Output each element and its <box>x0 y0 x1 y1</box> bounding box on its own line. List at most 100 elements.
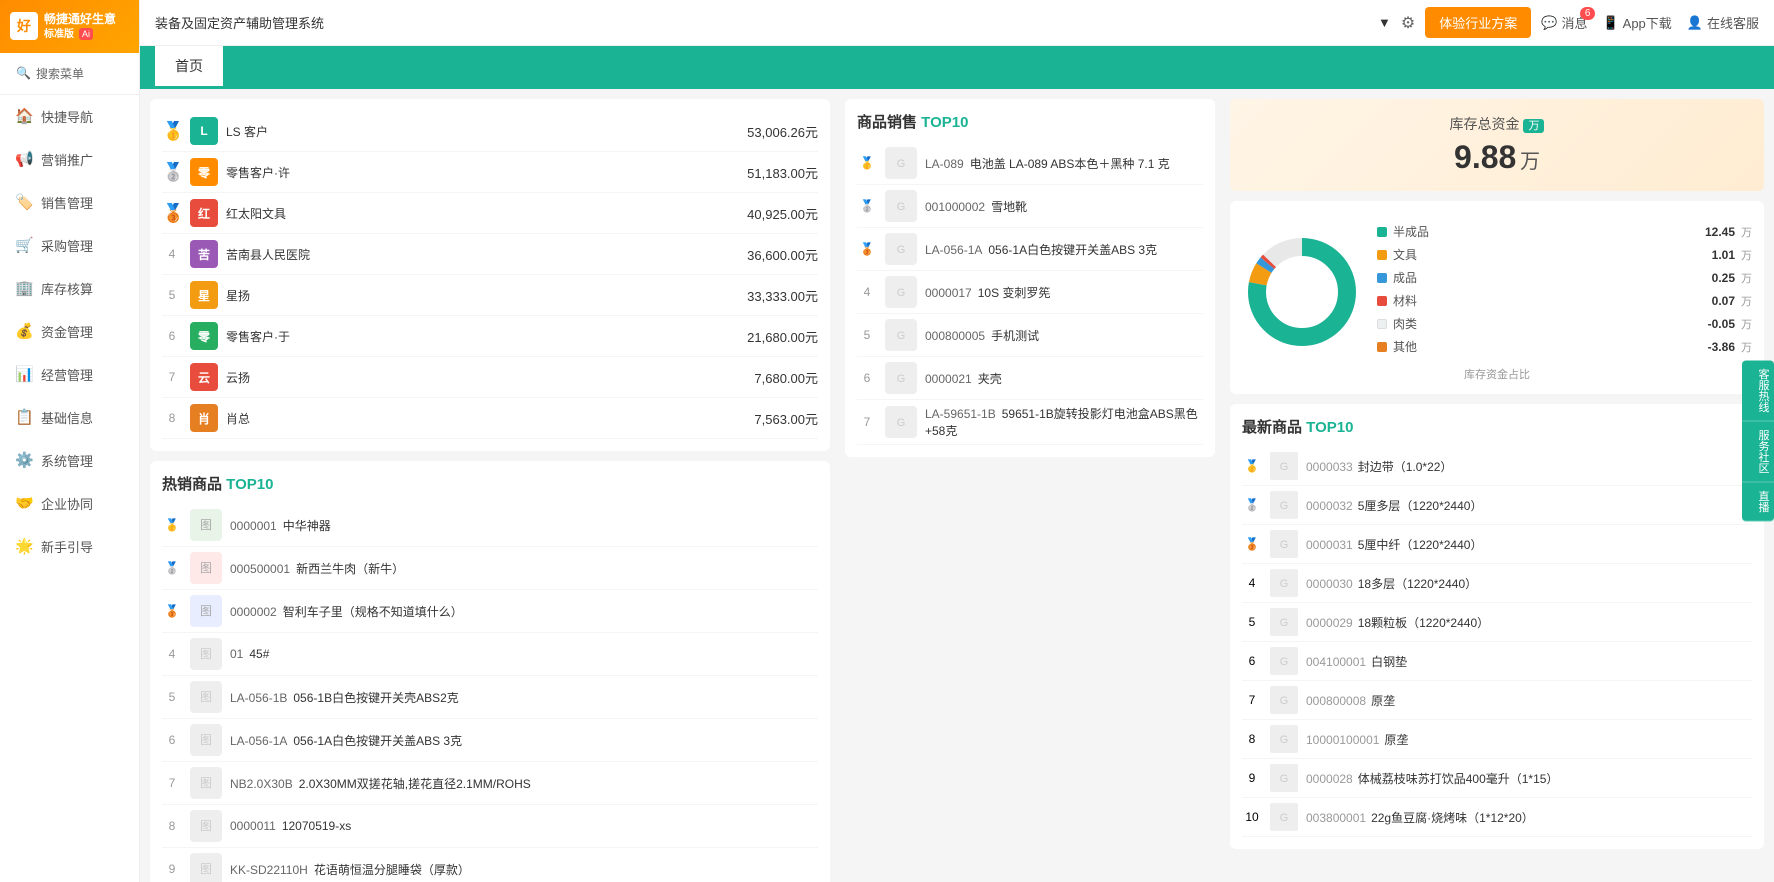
sidebar-item-company[interactable]: 🤝 企业协同 <box>0 482 139 525</box>
sidebar-item-guide[interactable]: 🌟 新手引导 <box>0 525 139 568</box>
svg-text:G: G <box>1280 812 1289 824</box>
inventory-icon: 🏢 <box>15 279 33 297</box>
operation-icon: 📊 <box>15 365 33 383</box>
list-item: 🥉 G LA-056-1A056-1A白色按键开关盖ABS 3克 <box>857 228 1203 271</box>
online-service-button[interactable]: 👤 在线客服 <box>1687 13 1759 32</box>
product-info: LA-59651-1B59651-1B旋转投影灯电池盒ABS黑色+58克 <box>925 405 1203 439</box>
sidebar-item-inventory[interactable]: 🏢 库存核算 <box>0 267 139 310</box>
customer-top10-card: 🥇 L LS 客户 53,006.26元 🥈 零 零售客户·许 51,183.0 <box>150 99 830 451</box>
customer-name: LS 客户 <box>226 123 739 140</box>
sales-icon: 🏷️ <box>15 193 33 211</box>
rank-number: 🥉 <box>162 604 182 618</box>
search-icon: 🔍 <box>16 66 31 80</box>
mid-panel: 商品销售 TOP10 🥇 G LA-089电池盖 LA-089 ABS本色＋黑种… <box>840 89 1220 882</box>
inventory-badge: 万 <box>1523 119 1544 133</box>
logo-badge: Ai <box>79 28 93 40</box>
nav-label: 营销推广 <box>41 150 93 169</box>
sidebar-item-operation[interactable]: 📊 经营管理 <box>0 353 139 396</box>
legend-dot <box>1377 250 1387 260</box>
legend-name: 成品 <box>1393 269 1706 286</box>
legend-value: 1.01 <box>1712 248 1735 262</box>
sidebar-logo[interactable]: 好 畅捷通好生意 标准版 Ai <box>0 0 139 53</box>
left-panel: 🥇 L LS 客户 53,006.26元 🥈 零 零售客户·许 51,183.0 <box>140 89 840 882</box>
product-info: LA-089电池盖 LA-089 ABS本色＋黑种 7.1 克 <box>925 155 1203 172</box>
product-code: NB2.0X30B <box>230 777 293 791</box>
search-menu-button[interactable]: 🔍 搜索菜单 <box>10 61 129 86</box>
customer-amount: 21,680.00元 <box>747 327 818 346</box>
live-label: 直播 <box>1757 491 1769 513</box>
system-dropdown[interactable]: ▼ <box>1378 15 1391 30</box>
product-image: G <box>1270 803 1298 831</box>
list-item: 7 G LA-59651-1B59651-1B旋转投影灯电池盒ABS黑色+58克 <box>857 400 1203 445</box>
legend-value: 12.45 <box>1705 225 1735 239</box>
product-image: 图 <box>190 509 222 541</box>
system-icon: ⚙️ <box>15 451 33 469</box>
mobile-icon: 📱 <box>1602 15 1618 31</box>
product-name: 004100001白钢垫 <box>1306 653 1752 670</box>
app-download-button[interactable]: 📱 App下载 <box>1602 13 1671 32</box>
list-item: 5 G 000800005手机测试 <box>857 314 1203 357</box>
right-panel: 库存总资金 万 9.88 万 <box>1220 89 1774 882</box>
svg-text:G: G <box>897 417 906 429</box>
legend-name: 半成品 <box>1393 223 1699 240</box>
experience-button[interactable]: 体验行业方案 <box>1425 7 1531 38</box>
rank-number: 🥉 <box>162 203 182 224</box>
legend-item: 半成品 12.45 万 <box>1377 223 1752 240</box>
legend-name: 肉类 <box>1393 315 1702 332</box>
svg-text:G: G <box>897 373 906 385</box>
logo-text-block: 畅捷通好生意 标准版 Ai <box>44 12 116 41</box>
list-item: 4 G 000003018多层（1220*2440） <box>1242 564 1752 603</box>
tab-home[interactable]: 首页 <box>155 46 223 89</box>
product-name: 000800008原垄 <box>1306 692 1752 709</box>
rank-number: 9 <box>162 862 182 876</box>
product-name: 00000315厘中纤（1220*2440） <box>1306 536 1752 553</box>
donut-chart <box>1242 232 1362 352</box>
table-row: 8 肖 肖总 7,563.00元 <box>162 398 818 439</box>
product-info: 000001112070519-xs <box>230 819 818 833</box>
list-item: 4 G 000001710S 变刺罗筅 <box>857 271 1203 314</box>
sidebar-item-system[interactable]: ⚙️ 系统管理 <box>0 439 139 482</box>
legend-unit: 万 <box>1741 270 1752 286</box>
gear-icon[interactable]: ⚙ <box>1401 13 1415 33</box>
product-info: KK-SD22110H花语萌恒温分腿睡袋（厚款） <box>230 861 818 878</box>
product-image: G <box>885 319 917 351</box>
product-image: 图 <box>190 595 222 627</box>
legend-item: 材料 0.07 万 <box>1377 292 1752 309</box>
customer-amount: 7,563.00元 <box>754 409 818 428</box>
rank-number: 6 <box>857 371 877 385</box>
rank-number: 🥈 <box>857 199 877 213</box>
header: 装备及固定资产辅助管理系统 ▼ ⚙ 体验行业方案 💬 消息 6 📱 App下载 … <box>140 0 1774 46</box>
product-info: LA-056-1A056-1A白色按键开关盖ABS 3克 <box>230 732 818 749</box>
product-image: 图 <box>190 810 222 842</box>
float-btn-service[interactable]: 客服热线 <box>1742 361 1774 422</box>
sidebar-item-purchase[interactable]: 🛒 采购管理 <box>0 224 139 267</box>
table-row: 4 苦 苦南县人民医院 36,600.00元 <box>162 234 818 275</box>
product-image: G <box>885 190 917 222</box>
service-hotline-label: 客服热线 <box>1757 369 1769 413</box>
medal-bronze-icon: 🥉 <box>165 604 180 618</box>
legend-item: 其他 -3.86 万 <box>1377 338 1752 355</box>
product-info: 0000002智利车子里（规格不知道填什么） <box>230 603 818 620</box>
message-button[interactable]: 💬 消息 6 <box>1541 13 1587 32</box>
sidebar-item-sales[interactable]: 🏷️ 销售管理 <box>0 181 139 224</box>
list-item: 8 G 10000100001原垄 <box>1242 720 1752 759</box>
float-btn-community[interactable]: 服务社区 <box>1742 422 1774 483</box>
svg-text:G: G <box>1280 539 1289 551</box>
marketing-icon: 📢 <box>15 150 33 168</box>
svg-text:G: G <box>897 201 906 213</box>
table-row: 🥇 L LS 客户 53,006.26元 <box>162 111 818 152</box>
sidebar-item-marketing[interactable]: 📢 营销推广 <box>0 138 139 181</box>
list-item: 9 G 0000028体械荔枝味苏打饮品400毫升（1*15） <box>1242 759 1752 798</box>
legend-value: -0.05 <box>1708 317 1735 331</box>
sidebar-item-base[interactable]: 📋 基础信息 <box>0 396 139 439</box>
product-image: G <box>885 147 917 179</box>
customer-name: 肖总 <box>226 410 746 427</box>
customer-name: 红太阳文具 <box>226 205 739 222</box>
medal-gold-icon: 🥇 <box>165 518 180 532</box>
sidebar-item-finance[interactable]: 💰 资金管理 <box>0 310 139 353</box>
product-image: 图 <box>190 724 222 756</box>
table-row: 5 星 星扬 33,333.00元 <box>162 275 818 316</box>
float-btn-live[interactable]: 直播 <box>1742 483 1774 522</box>
sidebar-item-quick-nav[interactable]: 🏠 快捷导航 <box>0 95 139 138</box>
table-row: 7 云 云扬 7,680.00元 <box>162 357 818 398</box>
